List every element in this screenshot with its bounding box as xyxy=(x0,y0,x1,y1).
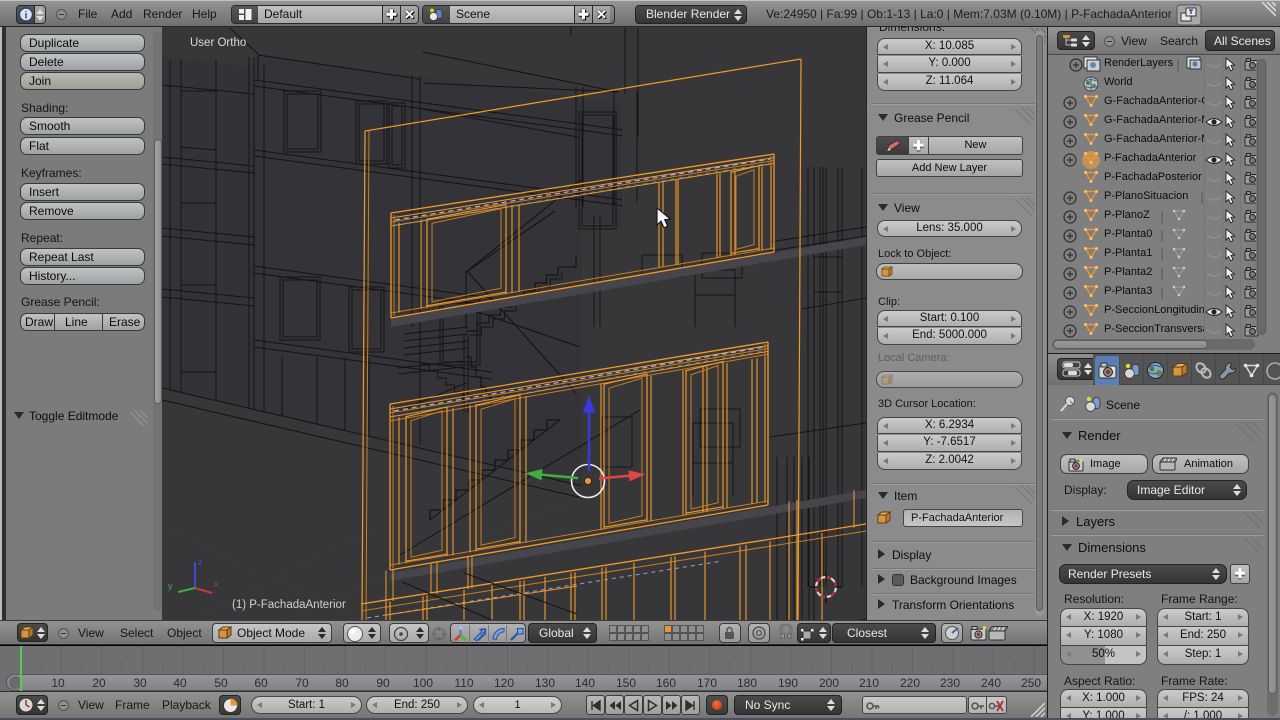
svg-text:z: z xyxy=(198,557,203,567)
svg-text:y: y xyxy=(168,581,173,591)
svg-text:User Ortho: User Ortho xyxy=(190,37,246,49)
svg-text:x: x xyxy=(214,579,219,589)
svg-text:(1) P-FachadaAnterior: (1) P-FachadaAnterior xyxy=(232,599,346,611)
svg-text:i: i xyxy=(25,11,28,22)
